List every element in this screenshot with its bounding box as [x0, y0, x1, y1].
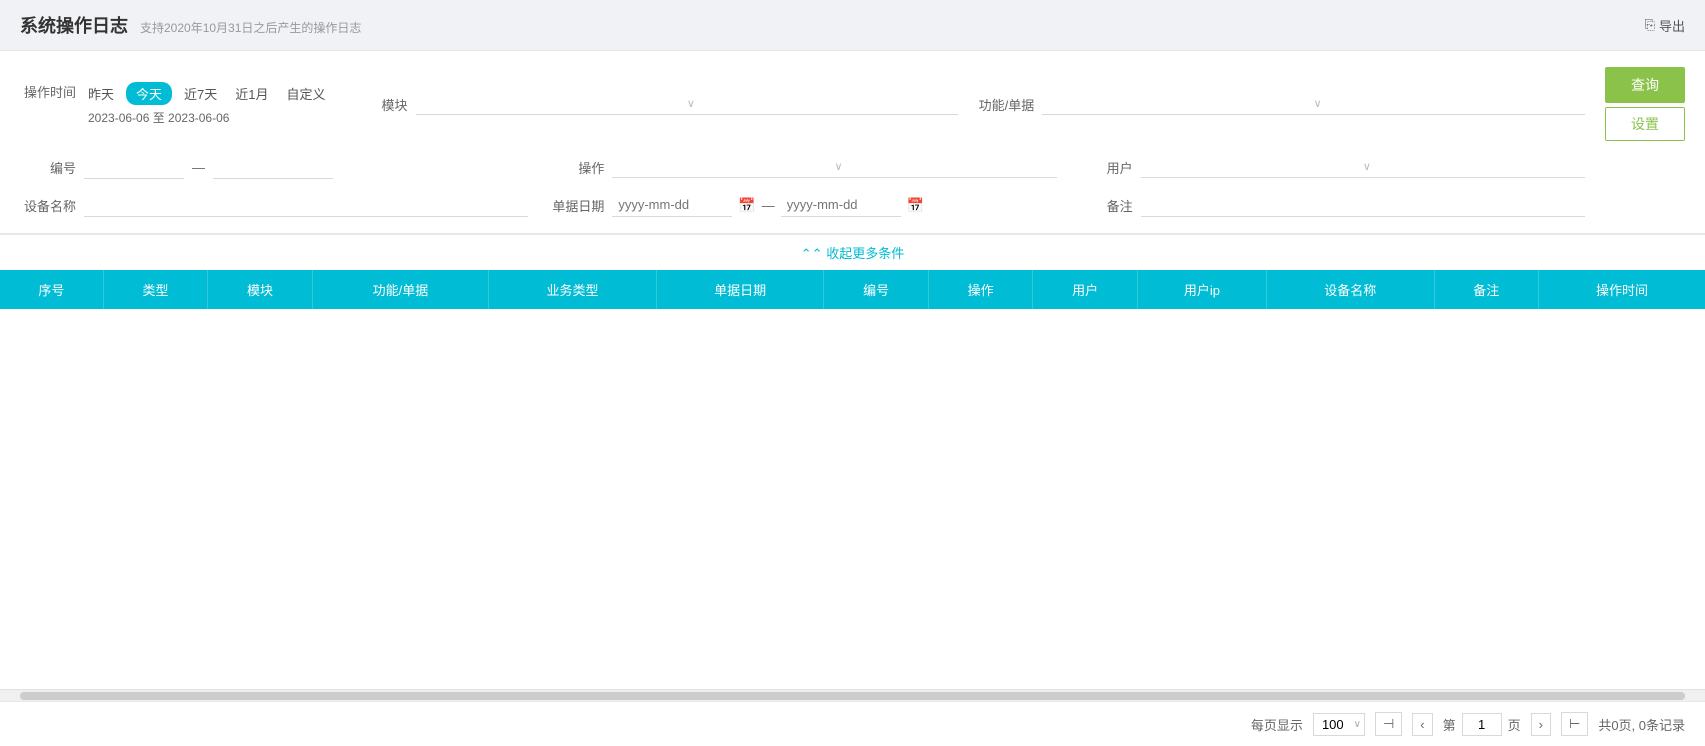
page-number-input[interactable] [1462, 713, 1502, 736]
page-size-wrapper: 100 50 200 [1313, 713, 1365, 736]
total-info: 共0页, 0条记录 [1598, 715, 1685, 734]
func-filter: 功能/单据 ∨ [978, 93, 1585, 115]
scrollbar-area[interactable] [0, 689, 1705, 701]
pagination-bar: 每页显示 100 50 200 ⊣ ‹ 第 页 › ⊢ 共0页, 0条记录 [0, 701, 1705, 746]
calendar-from-icon[interactable]: 📅 [738, 197, 755, 214]
filter-row-3: 设备名称 单据日期 📅 — 📅 备注 [20, 193, 1685, 217]
module-label: 模块 [352, 95, 408, 114]
table-header-序号: 序号 [0, 270, 103, 309]
table-header-row: 序号类型模块功能/单据业务类型单据日期编号操作用户用户ip设备名称备注操作时间 [0, 270, 1705, 309]
time-btn-today[interactable]: 今天 [126, 82, 172, 105]
module-select[interactable]: ∨ [416, 93, 959, 115]
user-chevron-icon: ∨ [1363, 160, 1579, 173]
export-button[interactable]: ⎘ 导出 [1645, 16, 1685, 35]
page-current: 第 页 [1443, 713, 1521, 736]
code-filter: 编号 — [20, 155, 528, 179]
table-header-类型: 类型 [103, 270, 207, 309]
action-buttons: 查询 设置 [1605, 67, 1685, 141]
next-page-button[interactable]: › [1531, 713, 1551, 736]
code-input-from[interactable] [84, 155, 184, 179]
docdate-to-input[interactable] [781, 193, 901, 217]
filter-row-1: 操作时间 昨天 今天 近7天 近1月 自定义 2023-06-06 至 2023… [20, 67, 1685, 141]
filter-row-2: 编号 — 操作 ∨ 用户 ∨ [20, 155, 1685, 179]
table-header-功能/单据: 功能/单据 [312, 270, 488, 309]
table-header-单据日期: 单据日期 [656, 270, 824, 309]
docdate-label: 单据日期 [548, 196, 604, 215]
first-page-button[interactable]: ⊣ [1375, 712, 1402, 736]
page-size-select[interactable]: 100 50 200 [1313, 713, 1365, 736]
data-table: 序号类型模块功能/单据业务类型单据日期编号操作用户用户ip设备名称备注操作时间 [0, 270, 1705, 309]
table-header-操作: 操作 [928, 270, 1032, 309]
remark-label: 备注 [1077, 196, 1133, 215]
collapse-bar[interactable]: ⌃⌃ 收起更多条件 [0, 234, 1705, 270]
op-chevron-icon: ∨ [835, 160, 1051, 173]
op-label: 操作 [548, 158, 604, 177]
scrollbar-thumb[interactable] [20, 692, 1685, 700]
device-label: 设备名称 [20, 196, 76, 215]
func-chevron-icon: ∨ [1314, 97, 1579, 110]
time-label: 操作时间 [20, 82, 76, 101]
code-label: 编号 [20, 158, 76, 177]
op-select[interactable]: ∨ [612, 156, 1056, 178]
table-header-备注: 备注 [1434, 270, 1538, 309]
page-size-label: 每页显示 [1251, 715, 1303, 734]
last-page-button[interactable]: ⊢ [1561, 712, 1588, 736]
empty-area [0, 309, 1705, 689]
time-date-range: 2023-06-06 至 2023-06-06 [88, 109, 332, 126]
setting-button[interactable]: 设置 [1605, 107, 1685, 141]
query-button[interactable]: 查询 [1605, 67, 1685, 103]
user-select[interactable]: ∨ [1141, 156, 1585, 178]
docdate-from-input[interactable] [612, 193, 732, 217]
device-filter: 设备名称 [20, 193, 528, 217]
user-label: 用户 [1077, 158, 1133, 177]
table-header-用户: 用户 [1033, 270, 1137, 309]
export-icon: ⎘ [1645, 17, 1655, 33]
collapse-icon: ⌃⌃ [801, 246, 826, 261]
calendar-to-icon[interactable]: 📅 [907, 197, 924, 214]
page-title: 系统操作日志 [20, 12, 128, 38]
page-subtitle: 支持2020年10月31日之后产生的操作日志 [140, 19, 361, 36]
table-header-用户ip: 用户ip [1137, 270, 1266, 309]
remark-input[interactable] [1141, 193, 1585, 217]
table-header-操作时间: 操作时间 [1539, 270, 1705, 309]
time-filter: 操作时间 昨天 今天 近7天 近1月 自定义 2023-06-06 至 2023… [20, 82, 332, 126]
user-filter: 用户 ∨ [1077, 156, 1585, 178]
func-label: 功能/单据 [978, 95, 1034, 114]
table-header-设备名称: 设备名称 [1266, 270, 1434, 309]
table-header-业务类型: 业务类型 [489, 270, 657, 309]
time-btn-yesterday[interactable]: 昨天 [82, 82, 120, 105]
func-select[interactable]: ∨ [1042, 93, 1585, 115]
time-btn-1month[interactable]: 近1月 [229, 82, 274, 105]
table-header-模块: 模块 [208, 270, 312, 309]
time-btn-7days[interactable]: 近7天 [178, 82, 223, 105]
code-input-to[interactable] [213, 155, 333, 179]
module-filter: 模块 ∨ [352, 93, 959, 115]
table-header-编号: 编号 [824, 270, 928, 309]
prev-page-button[interactable]: ‹ [1412, 713, 1432, 736]
table-container: 序号类型模块功能/单据业务类型单据日期编号操作用户用户ip设备名称备注操作时间 [0, 270, 1705, 689]
page-header: 系统操作日志 支持2020年10月31日之后产生的操作日志 ⎘ 导出 [0, 0, 1705, 50]
docdate-filter: 单据日期 📅 — 📅 [548, 193, 1056, 217]
op-filter: 操作 ∨ [548, 156, 1056, 178]
device-input[interactable] [84, 193, 528, 217]
module-chevron-icon: ∨ [687, 97, 952, 110]
filter-panel: 操作时间 昨天 今天 近7天 近1月 自定义 2023-06-06 至 2023… [0, 50, 1705, 234]
time-btn-custom[interactable]: 自定义 [281, 82, 332, 105]
remark-filter: 备注 [1077, 193, 1585, 217]
